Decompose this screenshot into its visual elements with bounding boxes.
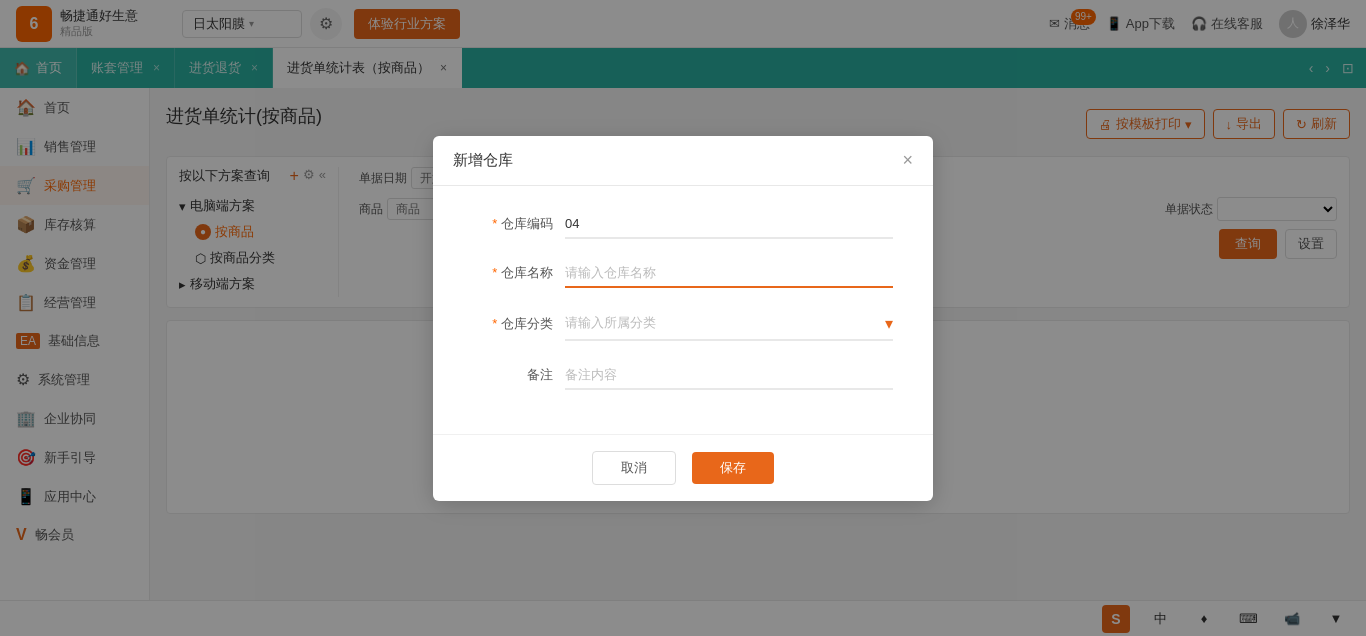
dialog-footer: 取消 保存	[433, 434, 933, 501]
new-warehouse-dialog: 新增仓库 × 仓库编码 仓库名称 仓库分类 请输入所属分类 ▾	[433, 136, 933, 501]
modal-overlay: 新增仓库 × 仓库编码 仓库名称 仓库分类 请输入所属分类 ▾	[0, 0, 1366, 636]
form-row-category: 仓库分类 请输入所属分类 ▾	[473, 308, 893, 341]
category-placeholder: 请输入所属分类	[565, 314, 656, 332]
code-label: 仓库编码	[473, 215, 553, 233]
code-input[interactable]	[565, 210, 893, 239]
note-input[interactable]	[565, 361, 893, 390]
name-input[interactable]	[565, 259, 893, 288]
save-button[interactable]: 保存	[692, 452, 774, 484]
name-label: 仓库名称	[473, 264, 553, 282]
dialog-body: 仓库编码 仓库名称 仓库分类 请输入所属分类 ▾ 备注	[433, 186, 933, 434]
dialog-title: 新增仓库	[453, 151, 513, 170]
chevron-down-icon: ▾	[885, 314, 893, 333]
form-row-name: 仓库名称	[473, 259, 893, 288]
dialog-close-button[interactable]: ×	[902, 150, 913, 171]
form-row-code: 仓库编码	[473, 210, 893, 239]
cancel-button[interactable]: 取消	[592, 451, 676, 485]
category-select[interactable]: 请输入所属分类 ▾	[565, 308, 893, 341]
note-label: 备注	[473, 366, 553, 384]
form-row-note: 备注	[473, 361, 893, 390]
dialog-header: 新增仓库 ×	[433, 136, 933, 186]
category-label: 仓库分类	[473, 315, 553, 333]
